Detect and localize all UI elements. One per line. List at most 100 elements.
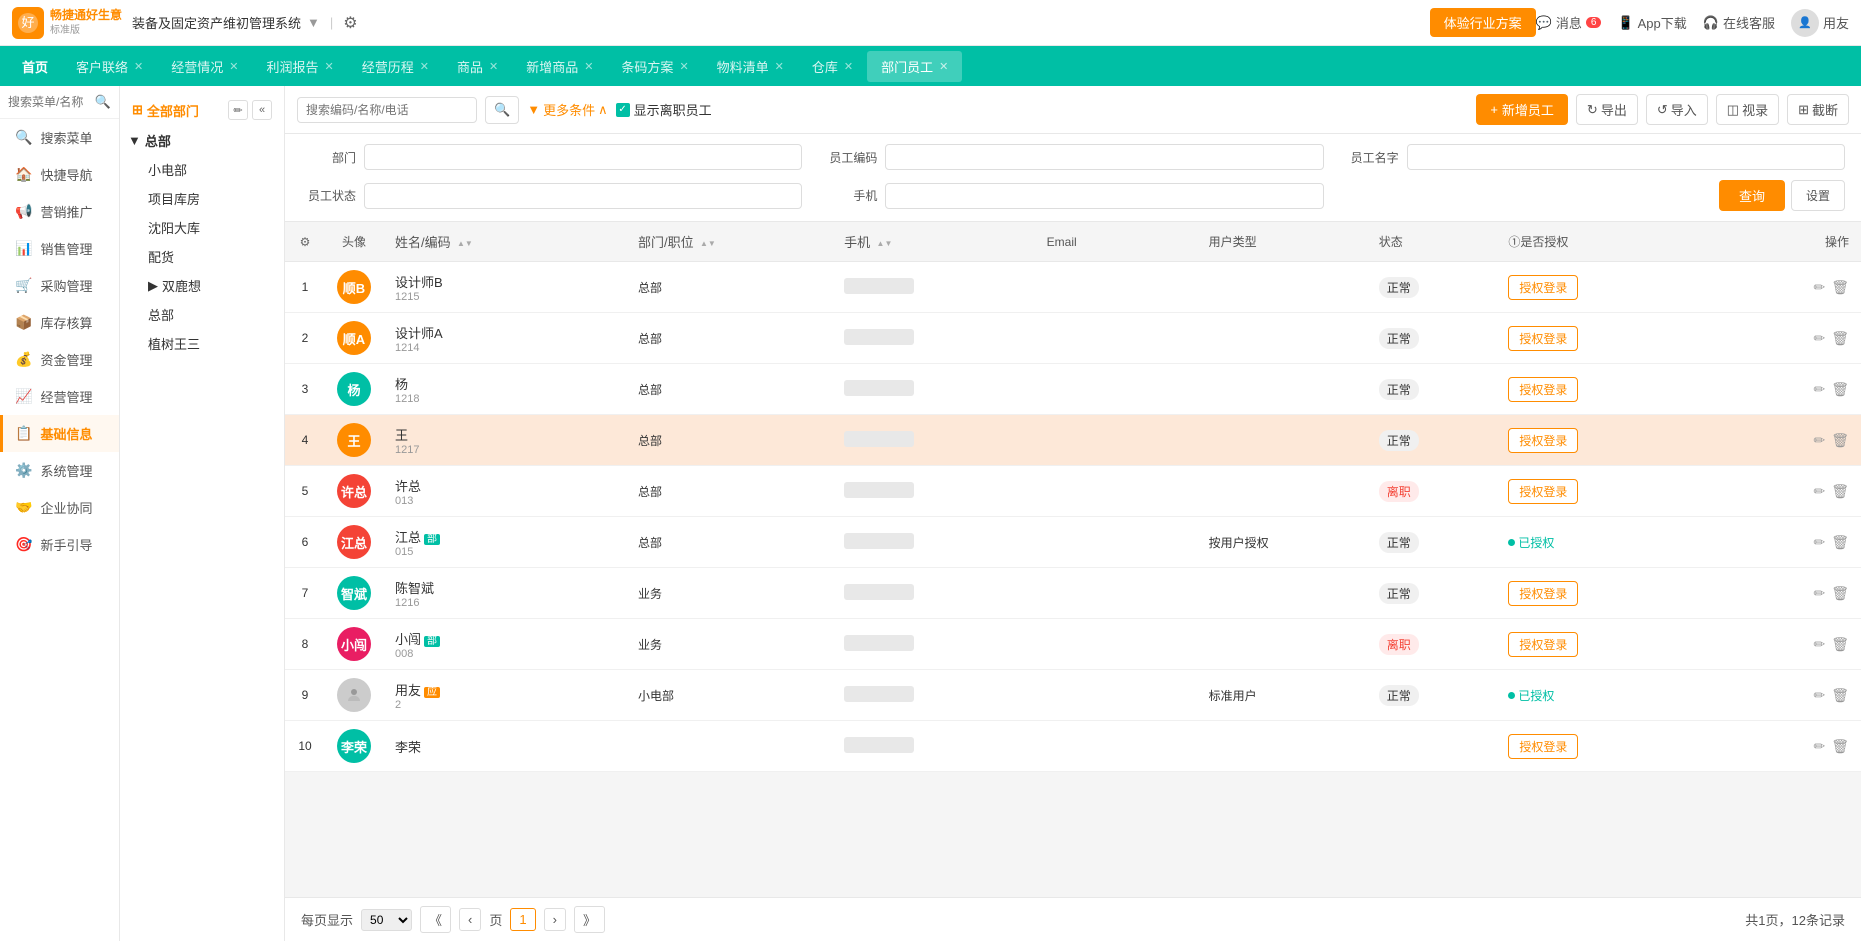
- close-icon[interactable]: ✕: [420, 60, 429, 73]
- prev-page-button[interactable]: ‹: [459, 908, 481, 931]
- sidebar-item-sales[interactable]: 📊 销售管理: [0, 230, 119, 267]
- col-phone[interactable]: 手机 ▲▼: [832, 222, 1035, 262]
- delete-icon[interactable]: 🗑: [1831, 738, 1849, 755]
- employee-name-input[interactable]: [1407, 144, 1845, 170]
- auth-button[interactable]: 授权登录: [1508, 734, 1578, 759]
- message-icon-area[interactable]: 💬 消息 6: [1536, 13, 1602, 32]
- delete-icon[interactable]: 🗑: [1831, 483, 1849, 500]
- col-gear[interactable]: ⚙: [285, 222, 325, 262]
- more-conditions-button[interactable]: ▼ 更多条件 ∧: [527, 100, 607, 119]
- sidebar-item-guide[interactable]: 🎯 新手引导: [0, 526, 119, 563]
- tab-profit[interactable]: 利润报告 ✕: [252, 51, 347, 82]
- close-icon[interactable]: ✕: [584, 60, 593, 73]
- delete-icon[interactable]: 🗑: [1831, 279, 1849, 296]
- sidebar-item-basic-info[interactable]: 📋 基础信息: [0, 415, 119, 452]
- tab-goods[interactable]: 商品 ✕: [443, 51, 512, 82]
- app-download-area[interactable]: 📱 App下载: [1617, 13, 1686, 32]
- close-icon[interactable]: ✕: [679, 60, 688, 73]
- first-page-button[interactable]: 《: [420, 906, 451, 933]
- show-resigned-label[interactable]: ✓ 显示离职员工: [616, 100, 712, 119]
- search-submit-button[interactable]: 🔍: [485, 96, 519, 124]
- edit-icon[interactable]: ✏: [1813, 279, 1825, 296]
- edit-icon[interactable]: ✏: [1813, 483, 1825, 500]
- auth-button[interactable]: 授权登录: [1508, 581, 1578, 606]
- auth-button[interactable]: 授权登录: [1508, 377, 1578, 402]
- import-button[interactable]: ↺ 导入: [1646, 94, 1708, 125]
- tree-item-headquarters[interactable]: 总部: [120, 300, 284, 329]
- sidebar-item-system[interactable]: ⚙️ 系统管理: [0, 452, 119, 489]
- edit-icon[interactable]: ✏: [1813, 432, 1825, 449]
- dept-collapse-btn[interactable]: «: [252, 100, 272, 120]
- tab-customer[interactable]: 客户联络 ✕: [62, 51, 157, 82]
- col-dept[interactable]: 部门/职位 ▲▼: [626, 222, 832, 262]
- auth-button[interactable]: 授权登录: [1508, 326, 1578, 351]
- edit-icon[interactable]: ✏: [1813, 738, 1825, 755]
- last-page-button[interactable]: 》: [574, 906, 605, 933]
- settings-button[interactable]: 设置: [1791, 180, 1845, 211]
- edit-icon[interactable]: ✏: [1813, 330, 1825, 347]
- delete-icon[interactable]: 🗑: [1831, 534, 1849, 551]
- tab-department[interactable]: 部门员工 ✕: [867, 51, 962, 82]
- user-area[interactable]: 👤 用友: [1791, 9, 1849, 37]
- close-icon[interactable]: ✕: [489, 60, 498, 73]
- status-select[interactable]: [364, 183, 802, 209]
- add-employee-button[interactable]: + 新增员工: [1476, 94, 1568, 125]
- tree-item-shenyang[interactable]: 沈阳大库: [120, 213, 284, 242]
- tab-home[interactable]: 首页: [8, 51, 62, 82]
- edit-icon[interactable]: ✏: [1813, 534, 1825, 551]
- settings-icon[interactable]: ⚙: [343, 13, 357, 33]
- tab-history[interactable]: 经营历程 ✕: [348, 51, 443, 82]
- tab-operations[interactable]: 经营情况 ✕: [157, 51, 252, 82]
- dept-select[interactable]: [364, 144, 802, 170]
- query-button[interactable]: 查询: [1719, 180, 1785, 211]
- sidebar-item-quicknav[interactable]: 🏠 快捷导航: [0, 156, 119, 193]
- trial-button[interactable]: 体验行业方案: [1430, 8, 1536, 37]
- current-page[interactable]: 1: [510, 908, 535, 931]
- delete-icon[interactable]: 🗑: [1831, 687, 1849, 704]
- auth-button[interactable]: 授权登录: [1508, 479, 1578, 504]
- close-icon[interactable]: ✕: [939, 60, 948, 73]
- close-icon[interactable]: ✕: [844, 60, 853, 73]
- delete-icon[interactable]: 🗑: [1831, 432, 1849, 449]
- phone-input[interactable]: [885, 183, 1323, 209]
- sidebar-item-purchase[interactable]: 🛒 采购管理: [0, 267, 119, 304]
- search-employee-input[interactable]: [297, 97, 477, 123]
- tree-item-xiaodian[interactable]: 小电部: [120, 155, 284, 184]
- next-page-button[interactable]: ›: [544, 908, 566, 931]
- sidebar-item-collab[interactable]: 🤝 企业协同: [0, 489, 119, 526]
- show-resigned-checkbox[interactable]: ✓: [616, 103, 630, 117]
- tree-item-general[interactable]: ▼ 总部: [120, 126, 284, 155]
- dropdown-arrow-icon[interactable]: ▼: [307, 15, 320, 30]
- tab-warehouse[interactable]: 仓库 ✕: [798, 51, 867, 82]
- auth-button[interactable]: 授权登录: [1508, 632, 1578, 657]
- search-input[interactable]: [8, 95, 91, 109]
- sidebar-item-operations[interactable]: 📈 经营管理: [0, 378, 119, 415]
- edit-icon[interactable]: ✏: [1813, 687, 1825, 704]
- dept-edit-btn[interactable]: ✏: [228, 100, 248, 120]
- export-button[interactable]: ↻ 导出: [1576, 94, 1638, 125]
- close-icon[interactable]: ✕: [229, 60, 238, 73]
- view-button[interactable]: ◫ 视录: [1716, 94, 1779, 125]
- tab-barcode[interactable]: 条码方案 ✕: [607, 51, 702, 82]
- sidebar-item-marketing[interactable]: 📢 营销推广: [0, 193, 119, 230]
- sidebar-item-search[interactable]: 🔍 搜索菜单: [0, 119, 119, 156]
- tab-add-goods[interactable]: 新增商品 ✕: [512, 51, 607, 82]
- auth-button[interactable]: 授权登录: [1508, 275, 1578, 300]
- tree-item-distribution[interactable]: 配货: [120, 242, 284, 271]
- employee-code-input[interactable]: [885, 144, 1323, 170]
- per-page-select[interactable]: 50 100: [361, 909, 412, 931]
- delete-icon[interactable]: 🗑: [1831, 330, 1849, 347]
- close-icon[interactable]: ✕: [134, 60, 143, 73]
- close-icon[interactable]: ✕: [775, 60, 784, 73]
- close-icon[interactable]: ✕: [325, 60, 334, 73]
- edit-icon[interactable]: ✏: [1813, 585, 1825, 602]
- delete-icon[interactable]: 🗑: [1831, 585, 1849, 602]
- tree-item-planting[interactable]: 植树王三: [120, 329, 284, 358]
- delete-icon[interactable]: 🗑: [1831, 636, 1849, 653]
- col-name[interactable]: 姓名/编码 ▲▼: [383, 222, 626, 262]
- tree-item-project[interactable]: 项目库房: [120, 184, 284, 213]
- print-button[interactable]: ⊞ 截断: [1787, 94, 1849, 125]
- sidebar-item-inventory[interactable]: 📦 库存核算: [0, 304, 119, 341]
- tree-item-shuanglu[interactable]: ▶ 双鹿想: [120, 271, 284, 300]
- online-service-area[interactable]: 🎧 在线客服: [1703, 13, 1775, 32]
